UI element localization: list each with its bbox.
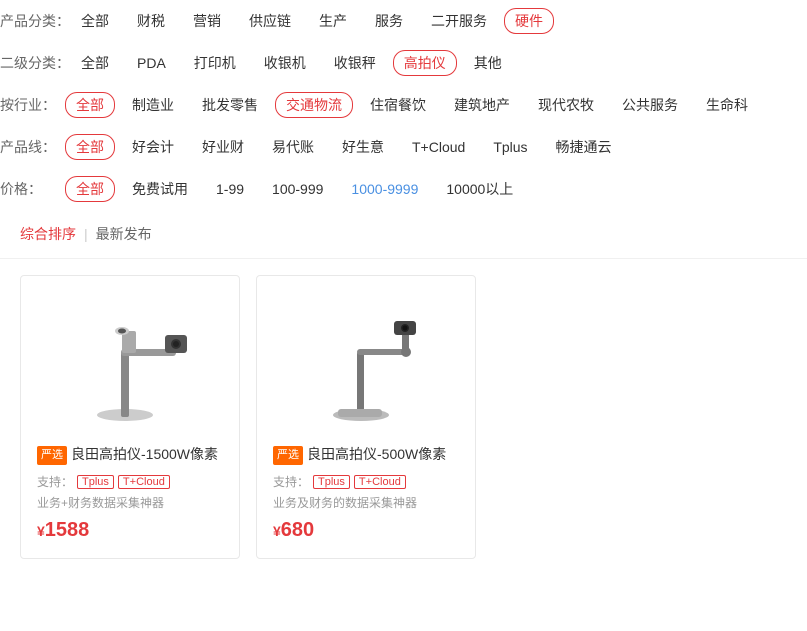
product-desc-2: 业务及财务的数据采集神器 [273,494,459,511]
ind-现代农牧[interactable]: 现代农牧 [527,92,605,118]
tag-tplus-1: Tplus [77,475,114,489]
sort-latest[interactable]: 最新发布 [96,220,152,248]
price-symbol-1: ¥ [37,523,45,539]
product-category-label: 产品分类： [0,11,70,31]
ind-公共服务[interactable]: 公共服务 [611,92,689,118]
price-1000-9999[interactable]: 1000-9999 [340,178,429,200]
ind-建筑地产[interactable]: 建筑地产 [443,92,521,118]
cat-生产[interactable]: 生产 [308,8,358,34]
sub-收银机[interactable]: 收银机 [253,50,317,76]
sort-divider: | [84,226,88,242]
tag-tplus-2: Tplus [313,475,350,489]
product-card-1[interactable]: 严选良田高拍仪-1500W像素 支持： Tplus T+Cloud 业务+财务数… [20,275,240,559]
price-label: 价格： [0,179,65,199]
cat-供应链[interactable]: 供应链 [238,8,302,34]
line-全部[interactable]: 全部 [65,134,115,160]
product-line-label: 产品线： [0,137,65,157]
product-name-2: 严选良田高拍仪-500W像素 [273,444,459,465]
tag-tcloud-2: T+Cloud [354,475,406,489]
product-card-2[interactable]: 严选良田高拍仪-500W像素 支持： Tplus T+Cloud 业务及财务的数… [256,275,476,559]
product-support-1: 支持： Tplus T+Cloud [37,473,223,490]
price-100-999[interactable]: 100-999 [261,178,334,200]
product-price-2: ¥680 [273,519,459,542]
line-好会计[interactable]: 好会计 [121,134,185,160]
ind-生命科[interactable]: 生命科 [695,92,759,118]
product-svg-1 [70,297,190,427]
product-svg-2 [306,297,426,427]
cat-服务[interactable]: 服务 [364,8,414,34]
product-desc-1: 业务+财务数据采集神器 [37,494,223,511]
sub-全部[interactable]: 全部 [70,50,120,76]
price-1-99[interactable]: 1-99 [205,178,255,200]
product-badge-1: 严选 [37,446,67,465]
line-畅捷通云[interactable]: 畅捷通云 [545,134,623,160]
cat-二开服务[interactable]: 二开服务 [420,8,498,34]
ind-全部[interactable]: 全部 [65,92,115,118]
cat-财税[interactable]: 财税 [126,8,176,34]
industry-items: 全部 制造业 批发零售 交通物流 住宿餐饮 建筑地产 现代农牧 公共服务 生命科 [65,92,759,118]
ind-交通物流[interactable]: 交通物流 [275,92,353,118]
sub-收银秤[interactable]: 收银秤 [323,50,387,76]
line-易代账[interactable]: 易代账 [261,134,325,160]
cat-全部[interactable]: 全部 [70,8,120,34]
sub-category-row: 二级分类： 全部 PDA 打印机 收银机 收银秤 高拍仪 其他 [0,42,807,84]
line-T+Cloud[interactable]: T+Cloud [401,136,476,158]
industry-label: 按行业： [0,95,65,115]
support-label-2: 支持： [273,473,309,490]
product-name-1: 严选良田高拍仪-1500W像素 [37,444,223,465]
sub-category-label: 二级分类： [0,53,70,73]
price-row: 价格： 全部 免费试用 1-99 100-999 1000-9999 10000… [0,168,807,210]
sub-category-items: 全部 PDA 打印机 收银机 收银秤 高拍仪 其他 [70,50,513,76]
sub-PDA[interactable]: PDA [126,52,177,74]
cat-硬件[interactable]: 硬件 [504,8,554,34]
industry-row: 按行业： 全部 制造业 批发零售 交通物流 住宿餐饮 建筑地产 现代农牧 公共服… [0,84,807,126]
product-support-2: 支持： Tplus T+Cloud [273,473,459,490]
ind-批发零售[interactable]: 批发零售 [191,92,269,118]
sub-高拍仪[interactable]: 高拍仪 [393,50,457,76]
ind-制造业[interactable]: 制造业 [121,92,185,118]
filter-section: 产品分类： 全部 财税 营销 供应链 生产 服务 二开服务 硬件 二级分类： 全… [0,0,807,210]
product-badge-2: 严选 [273,446,303,465]
product-price-1: ¥1588 [37,519,223,542]
product-category-items: 全部 财税 营销 供应链 生产 服务 二开服务 硬件 [70,8,554,34]
price-10000以上[interactable]: 10000以上 [435,176,524,202]
price-免费试用[interactable]: 免费试用 [121,176,199,202]
product-line-row: 产品线： 全部 好会计 好业财 易代账 好生意 T+Cloud Tplus 畅捷… [0,126,807,168]
sub-打印机[interactable]: 打印机 [183,50,247,76]
sort-bar: 综合排序 | 最新发布 [0,210,807,259]
support-label-1: 支持： [37,473,73,490]
tag-tcloud-1: T+Cloud [118,475,170,489]
line-好生意[interactable]: 好生意 [331,134,395,160]
product-line-items: 全部 好会计 好业财 易代账 好生意 T+Cloud Tplus 畅捷通云 [65,134,623,160]
price-symbol-2: ¥ [273,523,281,539]
product-image-1 [37,292,223,432]
product-image-2 [273,292,459,432]
price-items: 全部 免费试用 1-99 100-999 1000-9999 10000以上 [65,176,524,202]
sort-comprehensive[interactable]: 综合排序 [20,220,76,248]
price-全部[interactable]: 全部 [65,176,115,202]
line-Tplus[interactable]: Tplus [482,136,538,158]
products-grid: 严选良田高拍仪-1500W像素 支持： Tplus T+Cloud 业务+财务数… [0,259,807,575]
product-category-row: 产品分类： 全部 财税 营销 供应链 生产 服务 二开服务 硬件 [0,0,807,42]
ind-住宿餐饮[interactable]: 住宿餐饮 [359,92,437,118]
sub-其他[interactable]: 其他 [463,50,513,76]
line-好业财[interactable]: 好业财 [191,134,255,160]
cat-营销[interactable]: 营销 [182,8,232,34]
